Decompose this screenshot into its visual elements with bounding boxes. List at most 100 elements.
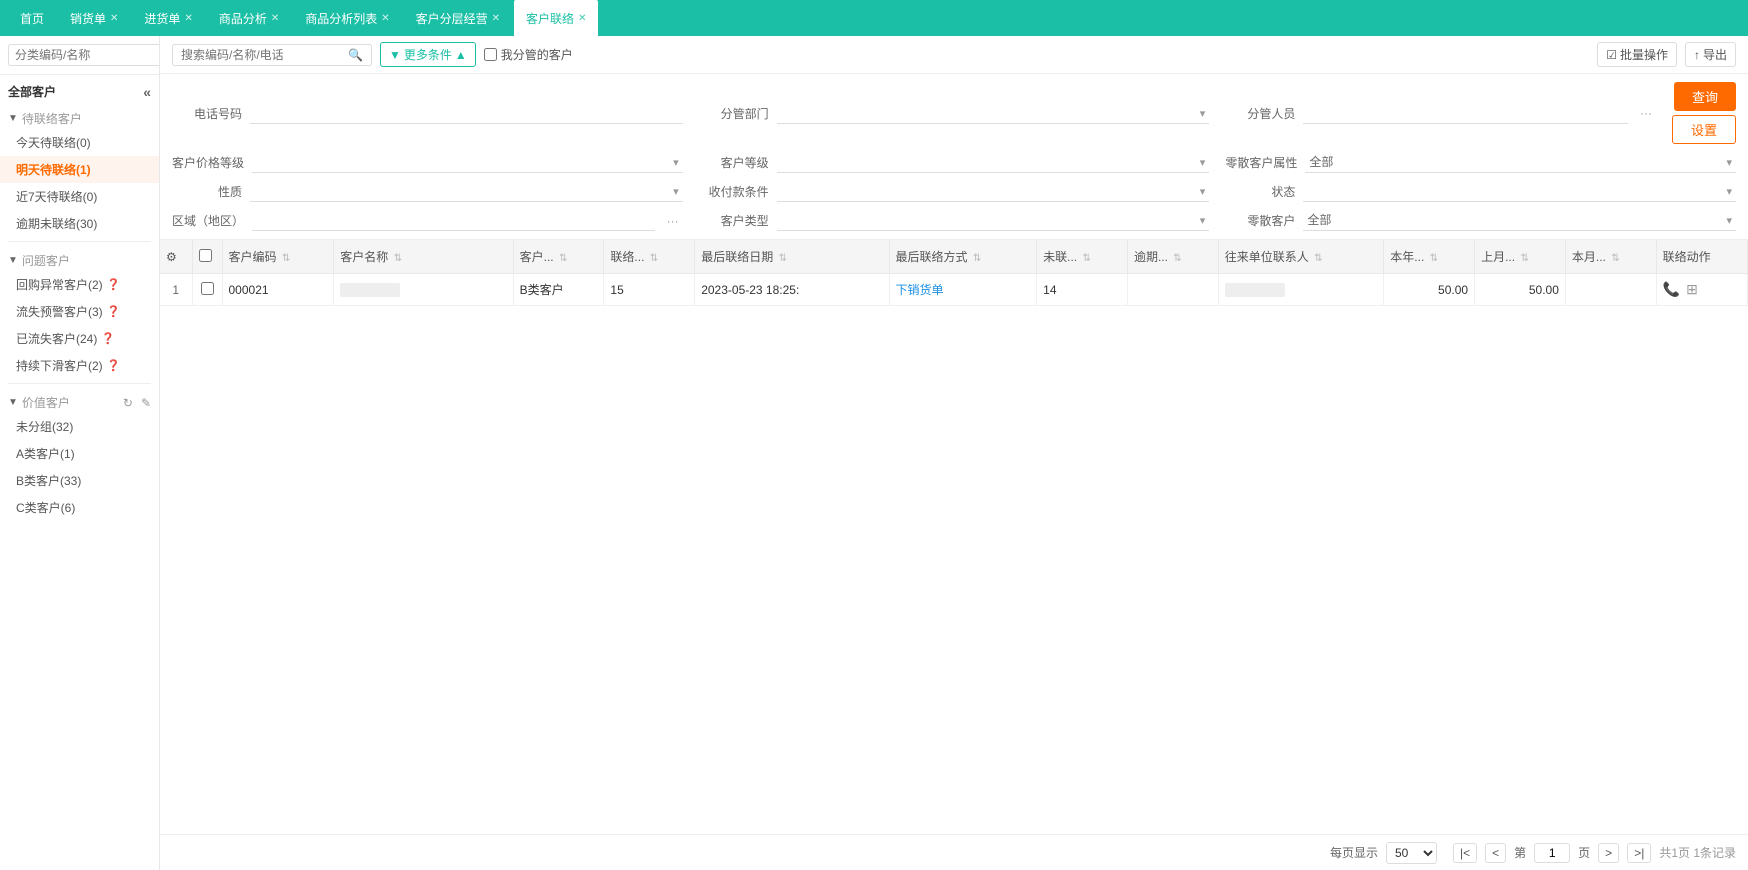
filter-manager-input[interactable]	[1303, 103, 1628, 124]
prev-page-btn[interactable]: <	[1485, 843, 1506, 863]
row-this-year: 50.00	[1384, 274, 1475, 306]
help-icon-3[interactable]: ❓	[101, 332, 115, 345]
sidebar-churn-warning[interactable]: 流失预警客户(3) ❓	[0, 298, 159, 325]
nav-close-customer-tier[interactable]: ✕	[492, 13, 500, 24]
main-search-wrap: 🔍	[172, 44, 372, 66]
filter-nature-select[interactable]	[250, 181, 683, 202]
col-gear[interactable]: ⚙	[160, 240, 192, 274]
manager-dots-btn[interactable]: ···	[1636, 106, 1656, 120]
row-name	[334, 274, 513, 306]
nav-product-analysis-list[interactable]: 商品分析列表 ✕	[293, 0, 401, 36]
filter-cust-level-select[interactable]	[777, 152, 1210, 173]
sort-year-icon[interactable]: ⇅	[1430, 253, 1438, 264]
filter-row-4a: 区域（地区） ···	[172, 210, 683, 231]
section-pending-contact[interactable]: ▼ 待联络客户	[0, 104, 159, 129]
nav-close-product[interactable]: ✕	[271, 13, 279, 24]
sidebar-c-class[interactable]: C类客户(6)	[0, 494, 159, 521]
last-page-btn[interactable]: >|	[1627, 843, 1651, 863]
page-input[interactable]	[1534, 843, 1570, 863]
col-check	[192, 240, 222, 274]
row-select-checkbox[interactable]	[201, 282, 214, 295]
sort-contact-icon[interactable]: ⇅	[1314, 253, 1322, 264]
nav-customer-tier[interactable]: 客户分层经营 ✕	[404, 0, 512, 36]
filter-retail-cust-select[interactable]: 全部	[1303, 210, 1736, 231]
section-problem-customers[interactable]: ▼ 问题客户	[0, 246, 159, 271]
filter-bar: 🔍 ▼ 更多条件 ▲ 我分管的客户 ☑ 批量操作 ↑ 导出	[160, 36, 1748, 74]
filter-row-3c: 状态	[1225, 181, 1736, 202]
sidebar-declining[interactable]: 持续下滑客户(2) ❓	[0, 352, 159, 379]
sidebar-tomorrow-contact[interactable]: 明天待联络(1)	[0, 156, 159, 183]
customer-table: ⚙ 客户编码 ⇅ 客户名称 ⇅ 客户...	[160, 240, 1748, 306]
content-area: 🔍 ▼ 更多条件 ▲ 我分管的客户 ☑ 批量操作 ↑ 导出	[160, 36, 1748, 870]
nav-close-sales[interactable]: ✕	[110, 13, 118, 24]
filter-retail-attr-select[interactable]: 全部	[1305, 152, 1736, 173]
filter-price-level-wrap	[252, 152, 683, 173]
sort-contacts-icon[interactable]: ⇅	[650, 253, 658, 264]
filter-row-3b: 收付款条件	[699, 181, 1210, 202]
region-dots-btn[interactable]: ···	[663, 214, 683, 228]
nav-close-purchase[interactable]: ✕	[184, 13, 192, 24]
sidebar-a-class[interactable]: A类客户(1)	[0, 440, 159, 467]
sort-name-icon[interactable]: ⇅	[394, 253, 402, 264]
edit-icon[interactable]: ✎	[141, 396, 151, 410]
nav-sales-order[interactable]: 销货单 ✕	[58, 0, 130, 36]
sort-overdue-icon[interactable]: ⇅	[1173, 253, 1181, 264]
main-search-input[interactable]	[181, 48, 348, 62]
sort-date-icon[interactable]: ⇅	[779, 253, 787, 264]
nav-home[interactable]: 首页	[8, 0, 56, 36]
select-all-checkbox[interactable]	[199, 249, 212, 262]
export-btn[interactable]: ↑ 导出	[1685, 42, 1736, 67]
filter-icon: ▼	[389, 48, 401, 62]
sidebar-week-contact[interactable]: 近7天待联络(0)	[0, 183, 159, 210]
last-method-link[interactable]: 下销货单	[896, 283, 944, 297]
my-customers-filter[interactable]: 我分管的客户	[484, 46, 573, 63]
nav-close-customer-contact[interactable]: ✕	[578, 13, 586, 24]
filter-region-input[interactable]	[252, 210, 655, 231]
sidebar-search-input[interactable]	[8, 44, 160, 66]
sidebar-repurchase-anomaly[interactable]: 回购异常客户(2) ❓	[0, 271, 159, 298]
first-page-btn[interactable]: |<	[1453, 843, 1477, 863]
filter-payment-select[interactable]	[777, 181, 1210, 202]
more-conditions-btn[interactable]: ▼ 更多条件 ▲	[380, 42, 476, 67]
refresh-icon[interactable]: ↻	[123, 396, 133, 410]
sort-method-icon[interactable]: ⇅	[973, 253, 981, 264]
sidebar-ungroup[interactable]: 未分组(32)	[0, 413, 159, 440]
filter-price-level-select[interactable]	[252, 152, 683, 173]
sidebar-today-contact[interactable]: 今天待联络(0)	[0, 129, 159, 156]
filter-cust-type-select[interactable]	[777, 210, 1210, 231]
row-last-method[interactable]: 下销货单	[889, 274, 1037, 306]
query-btn[interactable]: 查询	[1674, 82, 1736, 111]
nav-product-analysis[interactable]: 商品分析 ✕	[207, 0, 291, 36]
section-value-customers[interactable]: ▼ 价值客户 ↻ ✎	[0, 388, 159, 413]
sort-lmonth-icon[interactable]: ⇅	[1520, 253, 1528, 264]
next-page-btn[interactable]: >	[1598, 843, 1619, 863]
page-size-select[interactable]: 50 100 200	[1386, 842, 1437, 864]
chevron-up-icon: ▲	[455, 48, 467, 62]
filter-status-select[interactable]	[1303, 181, 1736, 202]
nav-customer-contact[interactable]: 客户联络 ✕	[514, 0, 598, 36]
col-last-method: 最后联络方式 ⇅	[889, 240, 1037, 274]
batch-op-btn[interactable]: ☑ 批量操作	[1597, 42, 1677, 67]
action-grid-icon[interactable]: ⊞	[1686, 281, 1698, 298]
sort-unlink-icon[interactable]: ⇅	[1083, 253, 1091, 264]
help-icon-1[interactable]: ❓	[107, 278, 121, 291]
my-customers-checkbox[interactable]	[484, 48, 497, 61]
set-btn[interactable]: 设置	[1672, 115, 1736, 144]
nav-close-product-list[interactable]: ✕	[381, 13, 389, 24]
nav-purchase-order[interactable]: 进货单 ✕	[132, 0, 204, 36]
sidebar: 🔍 全部客户 « ▼ 待联络客户 今天待联络(0) 明天待联络(1) 近7天待联…	[0, 36, 160, 870]
action-phone-icon[interactable]: 📞	[1663, 281, 1680, 298]
sort-tmonth-icon[interactable]: ⇅	[1611, 253, 1619, 264]
sort-type-icon[interactable]: ⇅	[559, 253, 567, 264]
sort-code-icon[interactable]: ⇅	[282, 253, 290, 264]
filter-row-2c: 零散客户属性 全部	[1225, 152, 1736, 173]
filter-dept-select[interactable]	[777, 103, 1210, 124]
sidebar-all-customers[interactable]: 全部客户 «	[0, 75, 159, 104]
help-icon-2[interactable]: ❓	[107, 305, 121, 318]
filter-phone-input[interactable]	[250, 103, 683, 124]
help-icon-4[interactable]: ❓	[107, 359, 121, 372]
sidebar-b-class[interactable]: B类客户(33)	[0, 467, 159, 494]
search-icon[interactable]: 🔍	[348, 48, 363, 62]
sidebar-churned[interactable]: 已流失客户(24) ❓	[0, 325, 159, 352]
sidebar-overdue-contact[interactable]: 逾期未联络(30)	[0, 210, 159, 237]
